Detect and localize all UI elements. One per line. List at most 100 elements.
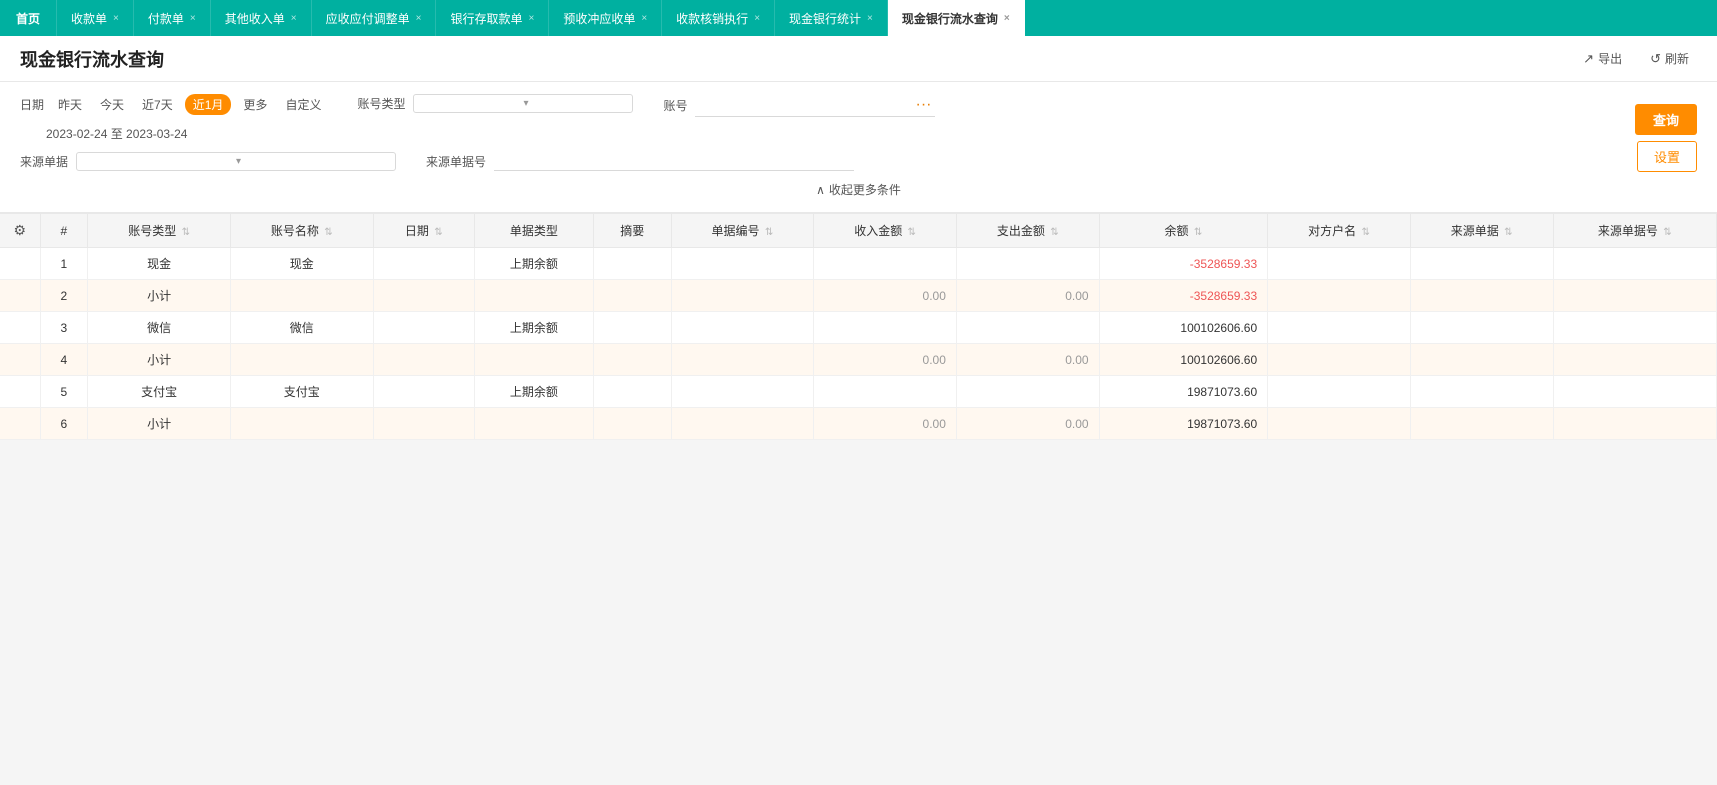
collapse-button[interactable]: ∧ 收起更多条件 — [816, 181, 901, 198]
table-cell — [230, 280, 373, 312]
close-tab-6[interactable]: × — [754, 13, 760, 24]
sort-doc-no-icon: ⇅ — [765, 227, 773, 238]
table-row[interactable]: 1现金现金上期余额-3528659.33 — [0, 248, 1717, 280]
table-cell: 小计 — [88, 280, 231, 312]
table-cell — [0, 280, 40, 312]
export-icon: ↗ — [1583, 51, 1594, 67]
table-row[interactable]: 4小计0.000.00100102606.60 — [0, 344, 1717, 376]
table-cell: 3 — [40, 312, 88, 344]
col-account-type[interactable]: 账号类型 ⇅ — [88, 214, 231, 248]
col-index: # — [40, 214, 88, 248]
export-button[interactable]: ↗ 导出 — [1575, 46, 1630, 71]
table-row[interactable]: 3微信微信上期余额100102606.60 — [0, 312, 1717, 344]
table-cell: 19871073.60 — [1099, 408, 1268, 440]
nav-home[interactable]: 首页 — [0, 0, 57, 36]
table-cell: 支付宝 — [230, 376, 373, 408]
table-cell: 现金 — [230, 248, 373, 280]
table-cell: 1 — [40, 248, 88, 280]
refresh-button[interactable]: ↺ 刷新 — [1642, 46, 1697, 71]
table-cell — [373, 280, 474, 312]
filter-area: 日期 昨天 今天 近7天 近1月 更多 自定义 2023-02-24 至 202… — [0, 82, 1717, 213]
data-table: ⚙ # 账号类型 ⇅ 账号名称 ⇅ 日期 ⇅ 单据类型 — [0, 213, 1717, 440]
account-input[interactable]: ··· — [695, 94, 935, 117]
col-balance[interactable]: 余额 ⇅ — [1099, 214, 1268, 248]
table-row[interactable]: 5支付宝支付宝上期余额19871073.60 — [0, 376, 1717, 408]
refresh-icon: ↺ — [1650, 51, 1661, 67]
date-option-7days[interactable]: 近7天 — [136, 94, 179, 115]
source-doc-no-filter: 来源单据号 — [426, 152, 854, 171]
table-cell — [1410, 344, 1553, 376]
close-tab-5[interactable]: × — [641, 13, 647, 24]
table-cell — [474, 408, 593, 440]
col-settings[interactable]: ⚙ — [0, 214, 40, 248]
nav-tab-1[interactable]: 付款单 × — [134, 0, 211, 36]
table-cell — [1553, 280, 1716, 312]
sort-balance-icon: ⇅ — [1194, 227, 1202, 238]
table-row[interactable]: 6小计0.000.0019871073.60 — [0, 408, 1717, 440]
date-option-yesterday[interactable]: 昨天 — [52, 94, 88, 115]
collapse-up-icon: ∧ — [816, 183, 825, 197]
col-date[interactable]: 日期 ⇅ — [373, 214, 474, 248]
col-doc-type: 单据类型 — [474, 214, 593, 248]
close-tab-8[interactable]: × — [1004, 13, 1010, 24]
date-option-more[interactable]: 更多 — [237, 94, 273, 115]
date-option-today[interactable]: 今天 — [94, 94, 130, 115]
table-cell — [671, 408, 814, 440]
col-expense[interactable]: 支出金额 ⇅ — [956, 214, 1099, 248]
table-cell — [593, 280, 671, 312]
nav-tab-3[interactable]: 应收应付调整单 × — [312, 0, 437, 36]
col-doc-no[interactable]: 单据编号 ⇅ — [671, 214, 814, 248]
table-cell — [230, 344, 373, 376]
col-source-doc[interactable]: 来源单据 ⇅ — [1410, 214, 1553, 248]
source-doc-select[interactable]: ▾ — [76, 152, 396, 171]
nav-tab-0[interactable]: 收款单 × — [57, 0, 134, 36]
nav-tab-8[interactable]: 现金银行流水查询 × — [888, 0, 1025, 36]
date-option-custom[interactable]: 自定义 — [279, 94, 327, 115]
col-counterparty[interactable]: 对方户名 ⇅ — [1268, 214, 1411, 248]
table-cell: 6 — [40, 408, 88, 440]
account-dots-button[interactable]: ··· — [916, 96, 932, 114]
table-cell — [373, 248, 474, 280]
table-cell: 0.00 — [956, 344, 1099, 376]
date-options: 昨天 今天 近7天 近1月 更多 自定义 — [52, 94, 327, 115]
table-cell: 小计 — [88, 344, 231, 376]
source-doc-no-input[interactable] — [494, 152, 854, 171]
table-cell — [956, 312, 1099, 344]
col-income[interactable]: 收入金额 ⇅ — [814, 214, 957, 248]
table-cell — [1410, 408, 1553, 440]
col-source-doc-no[interactable]: 来源单据号 ⇅ — [1553, 214, 1716, 248]
account-type-select[interactable]: ▾ — [413, 94, 633, 113]
nav-tab-4[interactable]: 银行存取款单 × — [436, 0, 549, 36]
account-label: 账号 — [663, 97, 687, 114]
table-cell — [0, 312, 40, 344]
source-doc-label: 来源单据 — [20, 153, 68, 170]
table-cell: 19871073.60 — [1099, 376, 1268, 408]
table-cell — [1268, 344, 1411, 376]
gear-icon[interactable]: ⚙ — [13, 222, 26, 239]
source-doc-no-field[interactable] — [498, 154, 850, 168]
query-button[interactable]: 查询 — [1635, 104, 1697, 135]
nav-tab-6[interactable]: 收款核销执行 × — [662, 0, 775, 36]
close-tab-4[interactable]: × — [528, 13, 534, 24]
table-cell — [671, 248, 814, 280]
account-type-label: 账号类型 — [357, 95, 405, 112]
table-row[interactable]: 2小计0.000.00-3528659.33 — [0, 280, 1717, 312]
nav-tab-7[interactable]: 现金银行统计 × — [775, 0, 888, 36]
col-summary: 摘要 — [593, 214, 671, 248]
close-tab-1[interactable]: × — [190, 13, 196, 24]
table-cell: 0.00 — [956, 408, 1099, 440]
close-tab-0[interactable]: × — [113, 13, 119, 24]
source-doc-filter: 来源单据 ▾ — [20, 152, 396, 171]
close-tab-2[interactable]: × — [291, 13, 297, 24]
date-label: 日期 — [20, 96, 44, 113]
close-tab-7[interactable]: × — [867, 13, 873, 24]
settings-button[interactable]: 设置 — [1637, 141, 1697, 172]
col-account-name[interactable]: 账号名称 ⇅ — [230, 214, 373, 248]
sort-account-type-icon: ⇅ — [182, 227, 190, 238]
table-cell — [671, 376, 814, 408]
close-tab-3[interactable]: × — [416, 13, 422, 24]
nav-tab-2[interactable]: 其他收入单 × — [211, 0, 312, 36]
sort-account-name-icon: ⇅ — [324, 227, 332, 238]
nav-tab-5[interactable]: 预收冲应收单 × — [549, 0, 662, 36]
date-option-1month[interactable]: 近1月 — [185, 94, 232, 115]
